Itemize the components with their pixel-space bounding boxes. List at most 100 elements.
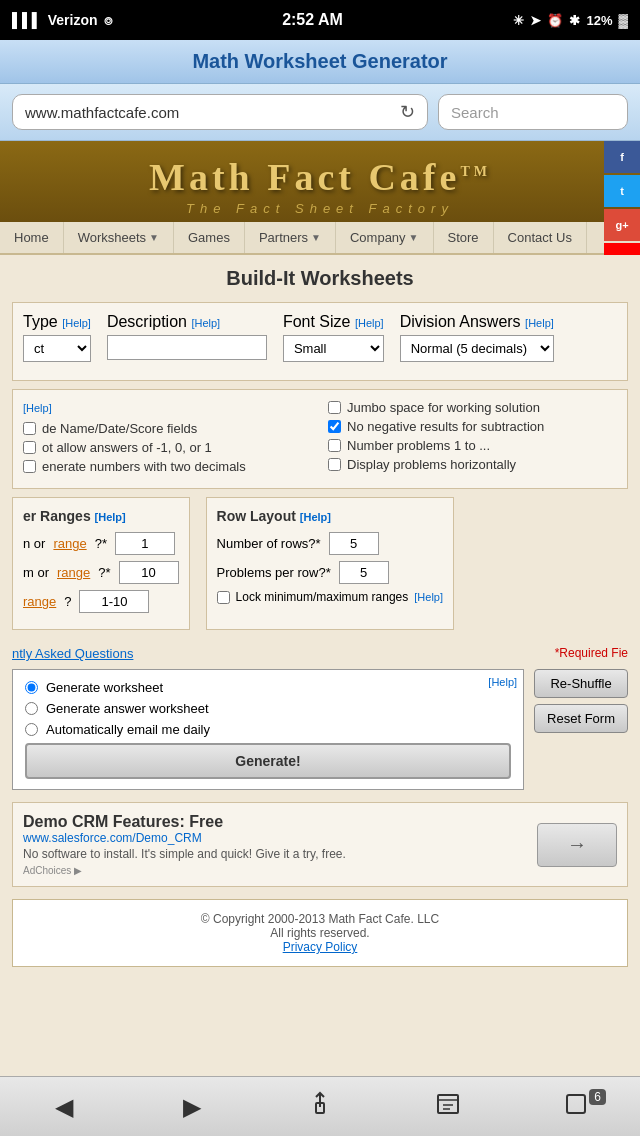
type-select[interactable]: ct [23, 335, 91, 362]
battery-label: 12% [586, 13, 612, 28]
checkbox-no-answers-input[interactable] [23, 441, 36, 454]
nav-store-label: Store [448, 230, 479, 245]
type-label-text: Type [23, 313, 58, 330]
url-input[interactable]: www.mathfactcafe.com ↻ [12, 94, 428, 130]
ad-arrow-button[interactable]: → [537, 823, 617, 867]
type-label: Type [Help] [23, 313, 91, 331]
loading-icon: ✳ [513, 13, 524, 28]
fontsize-help[interactable]: [Help] [355, 317, 384, 329]
checkbox-jumbo-input[interactable] [328, 401, 341, 414]
main-content: Build-It Worksheets Type [Help] ct Descr… [0, 255, 640, 1061]
division-answers-select[interactable]: Normal (5 decimals) [400, 335, 554, 362]
radio-generate-answer: Generate answer worksheet [25, 701, 511, 716]
nav-contact[interactable]: Contact Us [494, 222, 587, 253]
refresh-icon[interactable]: ↻ [400, 101, 415, 123]
twitter-button[interactable]: t [604, 175, 640, 207]
range-link-3[interactable]: range [23, 594, 56, 609]
reshuffle-button[interactable]: Re-Shuffle [534, 669, 628, 698]
nav-worksheets-label: Worksheets [78, 230, 146, 245]
nav-worksheets[interactable]: Worksheets ▼ [64, 222, 174, 253]
row-layout-help[interactable]: [Help] [300, 511, 331, 523]
ad-arrow-icon: → [567, 833, 587, 856]
search-input-wrap[interactable]: Search [438, 94, 628, 130]
fontsize-label: Font Size [Help] [283, 313, 384, 331]
range-link-2[interactable]: range [57, 565, 90, 580]
alarm-icon: ⏰ [547, 13, 563, 28]
description-group: Description [Help] [107, 313, 267, 362]
page-title: Build-It Worksheets [12, 267, 628, 290]
type-help[interactable]: [Help] [62, 317, 91, 329]
reset-button[interactable]: Reset Form [534, 704, 628, 733]
division-answers-label-text: Division Answers [400, 313, 521, 330]
range-input-2[interactable] [119, 561, 179, 584]
faq-link-text: ntly Asked Questions [12, 646, 133, 661]
carrier-label: Verizon [48, 12, 98, 28]
checkbox-two-decimals-label: enerate numbers with two decimals [42, 459, 246, 474]
nav-home[interactable]: Home [0, 222, 64, 253]
nav-company[interactable]: Company ▼ [336, 222, 434, 253]
nav-home-label: Home [14, 230, 49, 245]
radio-generate-answer-input[interactable] [25, 702, 38, 715]
checkboxes-help-link[interactable]: [Help] [23, 402, 52, 414]
lock-help[interactable]: [Help] [414, 591, 443, 603]
problems-per-row-row: Problems per row?* [217, 561, 443, 584]
ad-choices[interactable]: AdChoices ▶ [23, 865, 537, 876]
checkbox-name-date-label: de Name/Date/Score fields [42, 421, 197, 436]
checkboxes-section: [Help] de Name/Date/Score fields ot allo… [12, 389, 628, 489]
range-input-3[interactable] [79, 590, 149, 613]
checkbox-no-negative-input[interactable] [328, 420, 341, 433]
copyright-line: © Copyright 2000-2013 Math Fact Cafe. LL… [25, 912, 615, 926]
company-arrow-icon: ▼ [409, 232, 419, 243]
division-answers-help[interactable]: [Help] [525, 317, 554, 329]
form-top-section: Type [Help] ct Description [Help] Font S… [12, 302, 628, 381]
checkbox-two-decimals-input[interactable] [23, 460, 36, 473]
description-help[interactable]: [Help] [191, 317, 220, 329]
ad-link[interactable]: www.salesforce.com/Demo_CRM [23, 831, 537, 845]
lock-checkbox[interactable] [217, 591, 230, 604]
title-bar: Math Worksheet Generator [0, 40, 640, 84]
radio-generate-worksheet-input[interactable] [25, 681, 38, 694]
url-bar: www.mathfactcafe.com ↻ Search [0, 84, 640, 141]
radio-generate-worksheet: Generate worksheet [25, 680, 511, 695]
range-link-1[interactable]: range [53, 536, 86, 551]
required-field-text: *Required Fie [555, 646, 628, 661]
ad-banner: Demo CRM Features: Free www.salesforce.c… [12, 802, 628, 887]
checkbox-horizontal-input[interactable] [328, 458, 341, 471]
radio-email-daily-input[interactable] [25, 723, 38, 736]
ranges-help[interactable]: [Help] [95, 511, 126, 523]
nav-games[interactable]: Games [174, 222, 245, 253]
row-layout-section: Row Layout [Help] Number of rows?* Probl… [206, 497, 454, 630]
google-plus-button[interactable]: g+ [604, 209, 640, 241]
fontsize-label-text: Font Size [283, 313, 351, 330]
range-row-2: m or range ?* [23, 561, 179, 584]
problems-per-row-input[interactable] [339, 561, 389, 584]
num-rows-input[interactable] [329, 532, 379, 555]
partners-arrow-icon: ▼ [311, 232, 321, 243]
generate-button[interactable]: Generate! [25, 743, 511, 779]
fontsize-select[interactable]: Small Medium Large [283, 335, 384, 362]
description-input[interactable] [107, 335, 267, 360]
status-left: ▌▌▌ Verizon ⌾ [12, 12, 112, 28]
row-layout-title-text: Row Layout [217, 508, 296, 524]
range-row-1: n or range ?* [23, 532, 179, 555]
checkbox-number-problems: Number problems 1 to ... [328, 438, 617, 453]
faq-link[interactable]: ntly Asked Questions [12, 646, 133, 661]
ranges-rowlayout-row: er Ranges [Help] n or range ?* m or rang… [12, 497, 628, 638]
num-rows-row: Number of rows?* [217, 532, 443, 555]
nav-partners[interactable]: Partners ▼ [245, 222, 336, 253]
checkbox-name-date-input[interactable] [23, 422, 36, 435]
radio-generate-worksheet-label: Generate worksheet [46, 680, 163, 695]
facebook-button[interactable]: f [604, 141, 640, 173]
division-answers-group: Division Answers [Help] Normal (5 decima… [400, 313, 554, 362]
checkbox-number-problems-input[interactable] [328, 439, 341, 452]
checkbox-no-answers-label: ot allow answers of -1, 0, or 1 [42, 440, 212, 455]
generate-help-link[interactable]: [Help] [488, 676, 517, 688]
range-row-2-prefix: m or [23, 565, 49, 580]
range-input-1[interactable] [115, 532, 175, 555]
search-placeholder: Search [451, 104, 499, 121]
privacy-policy-link[interactable]: Privacy Policy [283, 940, 358, 954]
nav-store[interactable]: Store [434, 222, 494, 253]
ranges-title: er Ranges [Help] [23, 508, 179, 524]
wifi-icon: ⌾ [104, 12, 112, 28]
ad-title: Demo CRM Features: Free [23, 813, 537, 831]
